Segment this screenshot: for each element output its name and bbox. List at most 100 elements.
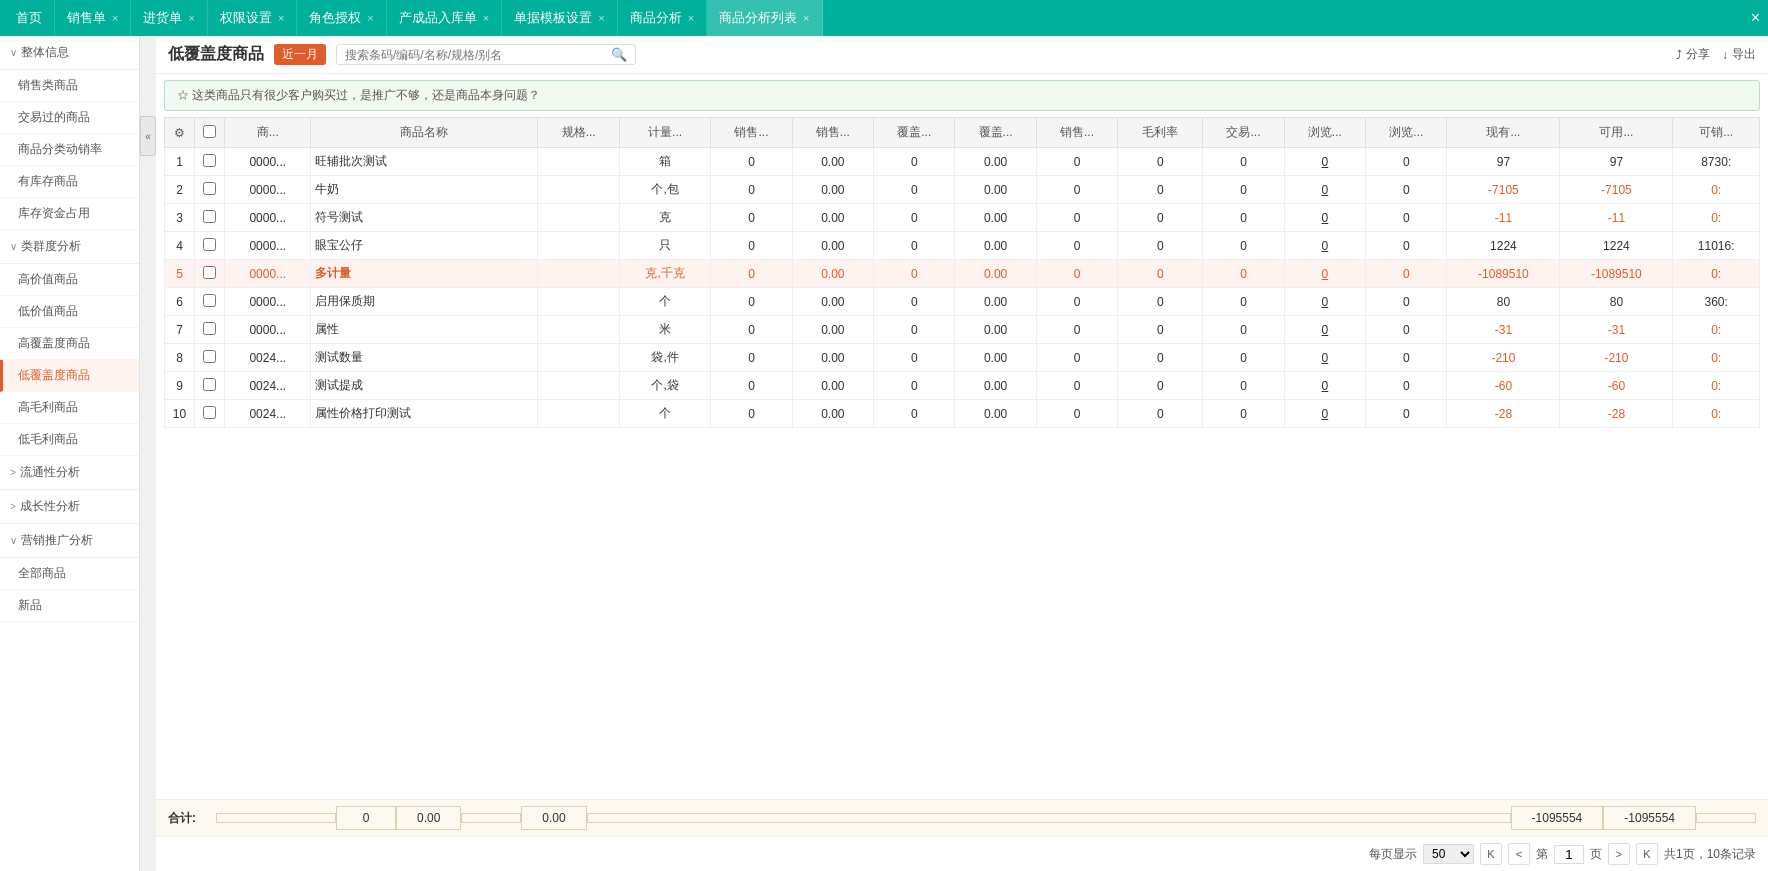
cell-browse1[interactable]: 0 [1284, 288, 1365, 316]
sidebar-item-traded-goods[interactable]: 交易过的商品 [0, 102, 139, 134]
col-sales1[interactable]: 销售... [711, 118, 792, 148]
cell-checkbox[interactable] [195, 344, 225, 372]
table-wrapper[interactable]: ⚙ 商... 商品名称 规格... 计量... 销售... 销售... 覆盖..… [156, 117, 1768, 799]
sidebar-item-low-profit[interactable]: 低毛利商品 [0, 424, 139, 456]
next-page-button[interactable]: > [1608, 843, 1630, 865]
tab-analysis[interactable]: 商品分析 × [618, 0, 707, 36]
row-checkbox[interactable] [203, 378, 216, 391]
tab-sales-close[interactable]: × [112, 12, 118, 24]
col-current[interactable]: 现有... [1447, 118, 1560, 148]
cell-browse1[interactable]: 0 [1284, 344, 1365, 372]
row-checkbox[interactable] [203, 266, 216, 279]
cell-name[interactable]: 测试数量 [311, 344, 538, 372]
tab-permissions-close[interactable]: × [278, 12, 284, 24]
row-checkbox[interactable] [203, 350, 216, 363]
cell-name[interactable]: 启用保质期 [311, 288, 538, 316]
col-sales3[interactable]: 销售... [1036, 118, 1117, 148]
row-checkbox[interactable] [203, 294, 216, 307]
sidebar-item-stock-goods[interactable]: 有库存商品 [0, 166, 139, 198]
sidebar-item-capital-usage[interactable]: 库存资金占用 [0, 198, 139, 230]
close-all-tabs[interactable]: × [1751, 9, 1760, 27]
row-checkbox[interactable] [203, 154, 216, 167]
row-checkbox[interactable] [203, 210, 216, 223]
col-code[interactable]: 商... [225, 118, 311, 148]
cell-checkbox[interactable] [195, 148, 225, 176]
cell-browse1[interactable]: 0 [1284, 372, 1365, 400]
col-sales2[interactable]: 销售... [792, 118, 873, 148]
col-trade[interactable]: 交易... [1203, 118, 1284, 148]
cell-name[interactable]: 牛奶 [311, 176, 538, 204]
col-checkbox[interactable] [195, 118, 225, 148]
col-available[interactable]: 可用... [1560, 118, 1673, 148]
cell-browse1[interactable]: 0 [1284, 232, 1365, 260]
sidebar-item-new-goods[interactable]: 新品 [0, 590, 139, 622]
tab-purchase-close[interactable]: × [188, 12, 194, 24]
cell-name[interactable]: 符号测试 [311, 204, 538, 232]
col-browse1[interactable]: 浏览... [1284, 118, 1365, 148]
cell-name[interactable]: 测试提成 [311, 372, 538, 400]
page-number-input[interactable] [1554, 845, 1584, 864]
tab-production[interactable]: 产成品入库单 × [387, 0, 502, 36]
cell-name[interactable]: 多计量 [311, 260, 538, 288]
cell-name[interactable]: 眼宝公仔 [311, 232, 538, 260]
cell-browse1[interactable]: 0 [1284, 204, 1365, 232]
cell-checkbox[interactable] [195, 372, 225, 400]
tab-analysis-close[interactable]: × [688, 12, 694, 24]
cell-checkbox[interactable] [195, 260, 225, 288]
cell-checkbox[interactable] [195, 288, 225, 316]
cell-browse1[interactable]: 0 [1284, 148, 1365, 176]
tab-template-close[interactable]: × [598, 12, 604, 24]
col-name[interactable]: 商品名称 [311, 118, 538, 148]
col-coverage2[interactable]: 覆盖... [955, 118, 1036, 148]
cell-browse1[interactable]: 0 [1284, 176, 1365, 204]
tab-production-close[interactable]: × [483, 12, 489, 24]
sidebar-item-low-value[interactable]: 低价值商品 [0, 296, 139, 328]
cell-name[interactable]: 属性价格打印测试 [311, 400, 538, 428]
col-browse2[interactable]: 浏览... [1366, 118, 1447, 148]
col-coverage1[interactable]: 覆盖... [874, 118, 955, 148]
tab-roles[interactable]: 角色授权 × [297, 0, 386, 36]
col-settings[interactable]: ⚙ [165, 118, 195, 148]
sidebar-section-cluster[interactable]: ∨ 类群度分析 [0, 230, 139, 264]
sidebar-item-category-rate[interactable]: 商品分类动销率 [0, 134, 139, 166]
search-input[interactable] [345, 48, 611, 62]
tab-analysis-list[interactable]: 商品分析列表 × [707, 0, 822, 36]
tab-template[interactable]: 单据模板设置 × [502, 0, 617, 36]
sidebar-item-high-coverage[interactable]: 高覆盖度商品 [0, 328, 139, 360]
cell-browse1[interactable]: 0 [1284, 260, 1365, 288]
cell-checkbox[interactable] [195, 400, 225, 428]
tab-analysis-list-close[interactable]: × [803, 12, 809, 24]
sidebar-section-growth[interactable]: > 成长性分析 [0, 490, 139, 524]
last-page-button[interactable]: K [1636, 843, 1658, 865]
col-spec[interactable]: 规格... [538, 118, 619, 148]
sidebar-section-marketing[interactable]: ∨ 营销推广分析 [0, 524, 139, 558]
cell-checkbox[interactable] [195, 232, 225, 260]
export-button[interactable]: ↓ 导出 [1722, 46, 1756, 63]
sidebar-item-sales-goods[interactable]: 销售类商品 [0, 70, 139, 102]
tab-purchase[interactable]: 进货单 × [131, 0, 207, 36]
cell-browse1[interactable]: 0 [1284, 400, 1365, 428]
row-checkbox[interactable] [203, 322, 216, 335]
cell-name[interactable]: 旺辅批次测试 [311, 148, 538, 176]
row-checkbox[interactable] [203, 406, 216, 419]
col-gross-rate[interactable]: 毛利率 [1118, 118, 1203, 148]
per-page-select[interactable]: 50 100 200 [1423, 844, 1474, 864]
cell-checkbox[interactable] [195, 176, 225, 204]
sidebar-collapse-button[interactable]: « [140, 116, 156, 156]
first-page-button[interactable]: K [1480, 843, 1502, 865]
time-filter-button[interactable]: 近一月 [274, 44, 326, 65]
col-sellable[interactable]: 可销... [1673, 118, 1760, 148]
tab-permissions[interactable]: 权限设置 × [208, 0, 297, 36]
sidebar-item-low-coverage[interactable]: 低覆盖度商品 [0, 360, 139, 392]
prev-page-button[interactable]: < [1508, 843, 1530, 865]
cell-checkbox[interactable] [195, 204, 225, 232]
tab-home[interactable]: 首页 [4, 0, 55, 36]
cell-browse1[interactable]: 0 [1284, 316, 1365, 344]
sidebar-item-high-value[interactable]: 高价值商品 [0, 264, 139, 296]
cell-checkbox[interactable] [195, 316, 225, 344]
sidebar-item-all-goods[interactable]: 全部商品 [0, 558, 139, 590]
sidebar-section-overall[interactable]: ∨ 整体信息 [0, 36, 139, 70]
sidebar-section-flow[interactable]: > 流通性分析 [0, 456, 139, 490]
sidebar-item-high-profit[interactable]: 高毛利商品 [0, 392, 139, 424]
col-unit[interactable]: 计量... [619, 118, 710, 148]
